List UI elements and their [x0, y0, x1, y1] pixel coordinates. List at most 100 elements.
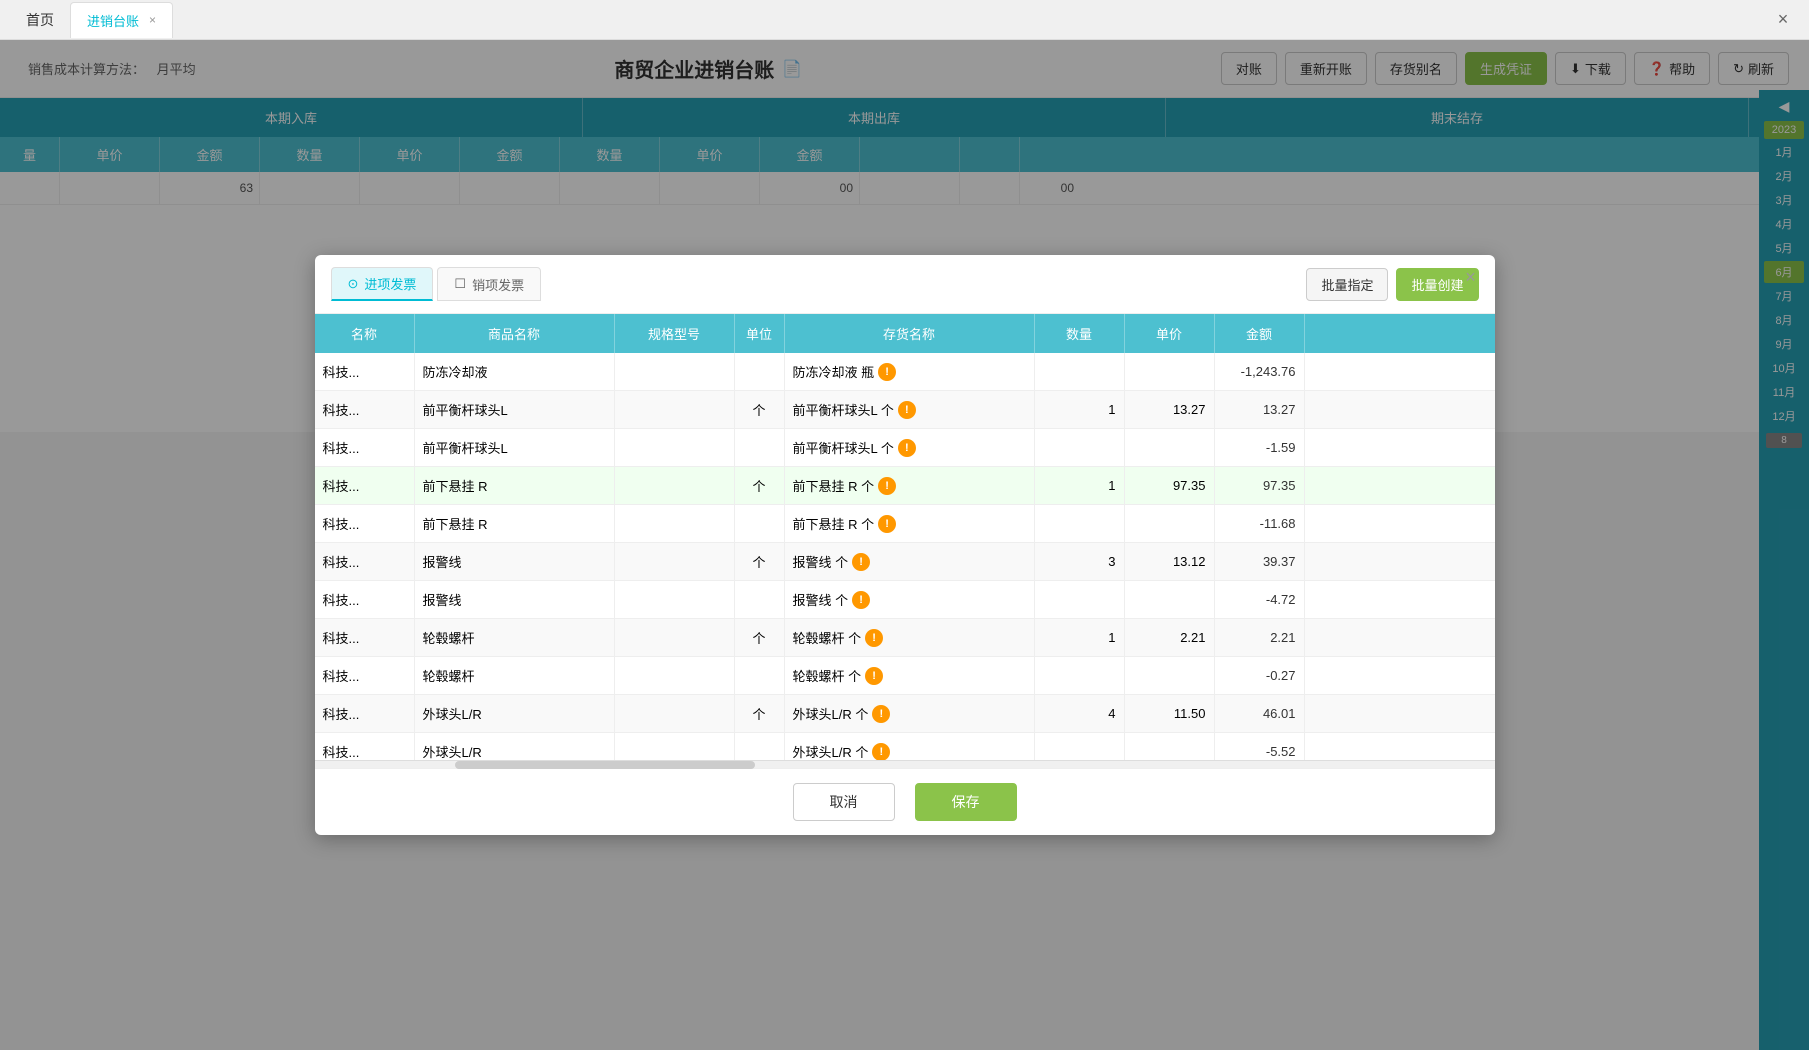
cell-inventory: 防冻冷却液 瓶! — [785, 353, 1035, 390]
inventory-name: 轮毂螺杆 个 — [793, 666, 862, 685]
cell-unit: 个 — [735, 695, 785, 732]
cell-spec — [615, 353, 735, 390]
tab-home[interactable]: 首页 — [10, 2, 70, 38]
cell-product: 前下悬挂 R — [415, 467, 615, 504]
table-row[interactable]: 科技... 前平衡杆球头L 个 前平衡杆球头L 个! 1 13.27 13.27 — [315, 391, 1495, 429]
warning-icon: ! — [872, 705, 890, 723]
cell-inventory: 报警线 个! — [785, 543, 1035, 580]
cell-amount: -4.72 — [1215, 581, 1305, 618]
cell-qty: 1 — [1035, 619, 1125, 656]
tab-active-label: 进销台账 — [87, 11, 139, 30]
cell-name: 科技... — [315, 353, 415, 390]
warning-icon: ! — [852, 591, 870, 609]
cell-qty: 3 — [1035, 543, 1125, 580]
warning-icon: ! — [865, 667, 883, 685]
table-row[interactable]: 科技... 报警线 报警线 个! -4.72 — [315, 581, 1495, 619]
tab-active[interactable]: 进销台账 × — [70, 2, 173, 38]
cell-unit — [735, 429, 785, 466]
cell-amount: -5.52 — [1215, 733, 1305, 760]
cell-price — [1125, 733, 1215, 760]
th-amount: 金额 — [1215, 314, 1305, 353]
cell-product: 防冻冷却液 — [415, 353, 615, 390]
modal-close-button[interactable]: × — [1459, 265, 1483, 289]
table-row[interactable]: 科技... 报警线 个 报警线 个! 3 13.12 39.37 — [315, 543, 1495, 581]
cancel-button[interactable]: 取消 — [793, 783, 895, 821]
tab-outgoing-label: 销项发票 — [472, 275, 524, 294]
cell-spec — [615, 543, 735, 580]
cell-qty: 4 — [1035, 695, 1125, 732]
th-inventory: 存货名称 — [785, 314, 1035, 353]
table-row[interactable]: 科技... 外球头L/R 外球头L/R 个! -5.52 — [315, 733, 1495, 760]
modal-overlay: ⊙ 进项发票 ☐ 销项发票 批量指定 批量创建 × 名称 — [0, 40, 1809, 1050]
cell-amount: -11.68 — [1215, 505, 1305, 542]
batch-assign-button[interactable]: 批量指定 — [1306, 268, 1388, 301]
cell-product: 外球头L/R — [415, 733, 615, 760]
cell-inventory: 前平衡杆球头L 个! — [785, 391, 1035, 428]
warning-icon: ! — [878, 363, 896, 381]
cell-price: 97.35 — [1125, 467, 1215, 504]
table-row[interactable]: 科技... 轮毂螺杆 个 轮毂螺杆 个! 1 2.21 2.21 — [315, 619, 1495, 657]
outgoing-icon: ☐ — [454, 276, 466, 292]
cell-qty: 1 — [1035, 391, 1125, 428]
cell-spec — [615, 429, 735, 466]
modal-scrollbar[interactable] — [315, 760, 1495, 768]
cell-amount: 39.37 — [1215, 543, 1305, 580]
th-name: 名称 — [315, 314, 415, 353]
cell-unit — [735, 505, 785, 542]
modal-tabs: ⊙ 进项发票 ☐ 销项发票 — [331, 267, 542, 301]
inventory-name: 报警线 个 — [793, 590, 849, 609]
warning-icon: ! — [872, 743, 890, 761]
cell-price — [1125, 505, 1215, 542]
tab-incoming-invoice[interactable]: ⊙ 进项发票 — [331, 267, 434, 301]
save-button[interactable]: 保存 — [915, 783, 1017, 821]
tab-close-icon[interactable]: × — [149, 13, 156, 27]
cell-product: 前平衡杆球头L — [415, 429, 615, 466]
cell-qty — [1035, 505, 1125, 542]
inventory-name: 前下悬挂 R 个 — [793, 476, 875, 495]
modal-scrollbar-thumb[interactable] — [455, 761, 755, 769]
cell-name: 科技... — [315, 733, 415, 760]
th-price: 单价 — [1125, 314, 1215, 353]
cell-unit — [735, 733, 785, 760]
cell-unit: 个 — [735, 391, 785, 428]
cell-amount: -1.59 — [1215, 429, 1305, 466]
inventory-name: 前平衡杆球头L 个 — [793, 400, 894, 419]
cell-price — [1125, 581, 1215, 618]
table-row[interactable]: 科技... 防冻冷却液 防冻冷却液 瓶! -1,243.76 — [315, 353, 1495, 391]
window-close-button[interactable]: × — [1767, 4, 1799, 36]
cell-name: 科技... — [315, 505, 415, 542]
cell-price: 13.12 — [1125, 543, 1215, 580]
cell-unit: 个 — [735, 467, 785, 504]
cell-product: 外球头L/R — [415, 695, 615, 732]
table-row[interactable]: 科技... 前下悬挂 R 前下悬挂 R 个! -11.68 — [315, 505, 1495, 543]
inventory-name: 报警线 个 — [793, 552, 849, 571]
cell-price: 11.50 — [1125, 695, 1215, 732]
table-row[interactable]: 科技... 前下悬挂 R 个 前下悬挂 R 个! 1 97.35 97.35 — [315, 467, 1495, 505]
tab-outgoing-invoice[interactable]: ☐ 销项发票 — [437, 267, 541, 301]
table-row[interactable]: 科技... 轮毂螺杆 轮毂螺杆 个! -0.27 — [315, 657, 1495, 695]
modal-header: ⊙ 进项发票 ☐ 销项发票 批量指定 批量创建 × — [315, 255, 1495, 314]
inventory-name: 防冻冷却液 瓶 — [793, 362, 875, 381]
cell-unit — [735, 353, 785, 390]
cell-unit — [735, 657, 785, 694]
cell-name: 科技... — [315, 429, 415, 466]
cell-amount: 2.21 — [1215, 619, 1305, 656]
table-row[interactable]: 科技... 外球头L/R 个 外球头L/R 个! 4 11.50 46.01 — [315, 695, 1495, 733]
incoming-icon: ⊙ — [348, 276, 359, 292]
cell-price — [1125, 429, 1215, 466]
inventory-name: 外球头L/R 个 — [793, 742, 869, 760]
inventory-name: 前下悬挂 R 个 — [793, 514, 875, 533]
cell-spec — [615, 467, 735, 504]
table-row[interactable]: 科技... 前平衡杆球头L 前平衡杆球头L 个! -1.59 — [315, 429, 1495, 467]
cell-spec — [615, 619, 735, 656]
warning-icon: ! — [865, 629, 883, 647]
cell-qty: 1 — [1035, 467, 1125, 504]
cell-spec — [615, 733, 735, 760]
cell-inventory: 前下悬挂 R 个! — [785, 505, 1035, 542]
cell-spec — [615, 581, 735, 618]
cell-price — [1125, 353, 1215, 390]
cell-qty — [1035, 657, 1125, 694]
cell-unit — [735, 581, 785, 618]
inventory-name: 轮毂螺杆 个 — [793, 628, 862, 647]
cell-qty — [1035, 581, 1125, 618]
